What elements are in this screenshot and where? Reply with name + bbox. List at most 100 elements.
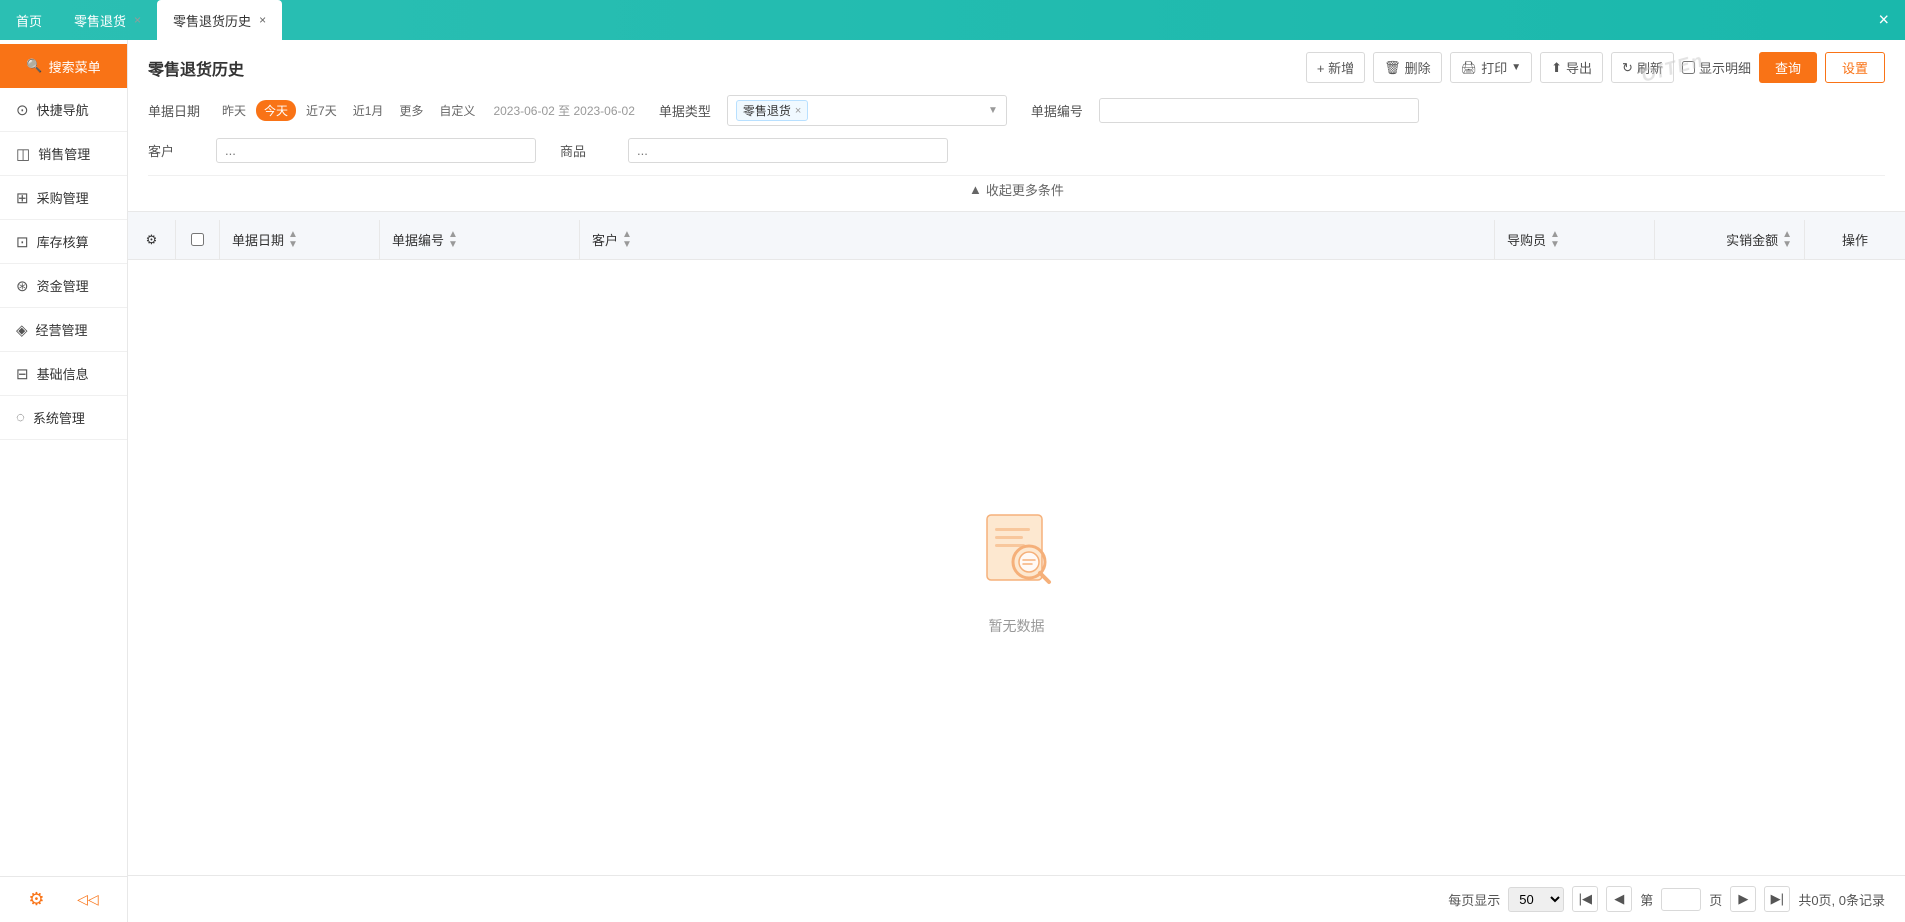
pagination-bar: 每页显示 50 10 20 100 |◀ ◀ 第 1 页 ▶ ▶| 共0页, 0… bbox=[128, 875, 1905, 922]
purchase-mgmt-icon: ⊞ bbox=[16, 189, 29, 207]
sidebar-item-purchase-mgmt-label: 采购管理 bbox=[37, 188, 89, 207]
collapse-sidebar-icon[interactable]: ◁◁ bbox=[77, 891, 99, 908]
last-page-btn[interactable]: ▶| bbox=[1764, 886, 1790, 912]
top-bar: 首页 零售退货 × 零售退货历史 × × bbox=[0, 0, 1905, 40]
th-ops-label: 操作 bbox=[1842, 230, 1868, 249]
export-button[interactable]: ⬆ 导出 bbox=[1540, 52, 1603, 83]
filter-group-doc-type: 单据类型 零售退货 × ▼ bbox=[659, 95, 1007, 126]
date-opt-custom[interactable]: 自定义 bbox=[433, 100, 481, 121]
export-icon: ⬆ bbox=[1551, 60, 1562, 76]
sidebar-item-sales-mgmt[interactable]: ◫ 销售管理 bbox=[0, 132, 127, 176]
th-settings[interactable]: ⚙ bbox=[128, 220, 176, 259]
sidebar-item-basic-info-label: 基础信息 bbox=[37, 364, 89, 383]
tab-home-label: 首页 bbox=[16, 11, 42, 30]
page-di-label: 第 bbox=[1640, 890, 1653, 909]
new-button[interactable]: + 新增 bbox=[1306, 52, 1365, 83]
th-amount[interactable]: 实销金额 ▲▼ bbox=[1655, 220, 1805, 259]
tab-retail-return-history-label: 零售退货历史 bbox=[173, 11, 251, 30]
tab-retail-return[interactable]: 零售退货 × bbox=[58, 0, 157, 40]
sidebar-item-inventory-label: 库存核算 bbox=[37, 232, 89, 251]
search-icon: 🔍 bbox=[26, 58, 42, 74]
operations-icon: ◈ bbox=[16, 321, 28, 339]
delete-icon: 🗑 bbox=[1384, 60, 1401, 76]
goods-filter-label: 商品 bbox=[560, 141, 620, 160]
th-guide-sort-icon: ▲▼ bbox=[1550, 230, 1560, 250]
sidebar-item-sys-mgmt-label: 系统管理 bbox=[33, 408, 85, 427]
th-doc-num-sort-icon: ▲▼ bbox=[448, 230, 458, 250]
sidebar-item-sys-mgmt[interactable]: ◌ 系统管理 bbox=[0, 396, 127, 440]
tab-retail-return-history-close[interactable]: × bbox=[259, 13, 266, 27]
window-close-icon[interactable]: × bbox=[1878, 10, 1889, 31]
tab-retail-return-close[interactable]: × bbox=[134, 13, 141, 27]
sys-mgmt-icon: ◌ bbox=[16, 409, 25, 426]
toolbar: + 新增 🗑 删除 🖨 打印 ▼ ⬆ 导出 ↻ bbox=[1306, 52, 1885, 83]
doc-type-tag: 零售退货 × bbox=[736, 100, 808, 121]
page-number-input[interactable]: 1 bbox=[1661, 888, 1701, 911]
th-guide-label: 导购员 bbox=[1507, 230, 1546, 249]
print-chevron-icon: ▼ bbox=[1511, 62, 1521, 73]
empty-state: 暂无数据 bbox=[128, 260, 1905, 875]
page-title: 零售退货历史 bbox=[148, 56, 244, 80]
settings-button[interactable]: 设置 bbox=[1825, 52, 1885, 83]
date-filter-label: 单据日期 bbox=[148, 101, 208, 120]
collapse-more-btn[interactable]: ▲ 收起更多条件 bbox=[148, 175, 1885, 203]
query-button[interactable]: 查询 bbox=[1759, 52, 1817, 83]
doc-num-input[interactable] bbox=[1099, 98, 1419, 123]
goods-input[interactable] bbox=[628, 138, 948, 163]
empty-icon bbox=[967, 500, 1067, 600]
page-title-row: 零售退货历史 + 新增 🗑 删除 🖨 打印 ▼ ⬆ 导出 bbox=[148, 52, 1885, 83]
date-opt-yesterday[interactable]: 昨天 bbox=[216, 100, 252, 121]
tab-retail-return-history[interactable]: 零售退货历史 × bbox=[157, 0, 282, 40]
show-detail-checkbox[interactable] bbox=[1682, 61, 1695, 74]
th-checkbox[interactable] bbox=[176, 220, 220, 259]
sidebar-item-purchase-mgmt[interactable]: ⊞ 采购管理 bbox=[0, 176, 127, 220]
collapse-up-icon: ▲ bbox=[969, 182, 982, 197]
sidebar-bottom: ⚙ ◁◁ bbox=[0, 876, 127, 922]
sidebar-item-finance[interactable]: ⊛ 资金管理 bbox=[0, 264, 127, 308]
date-opt-more[interactable]: 更多 bbox=[393, 100, 429, 121]
filter-group-goods: 商品 bbox=[560, 138, 948, 163]
th-amount-label: 实销金额 bbox=[1726, 230, 1778, 249]
sidebar-search[interactable]: 🔍 搜索菜单 bbox=[0, 44, 127, 88]
first-page-btn[interactable]: |◀ bbox=[1572, 886, 1598, 912]
date-opt-1month[interactable]: 近1月 bbox=[347, 100, 390, 121]
table-header: ⚙ 单据日期 ▲▼ 单据编号 ▲▼ 客户 ▲▼ 导购员 bbox=[128, 220, 1905, 260]
filter-group-date: 单据日期 昨天 今天 近7天 近1月 更多 自定义 2023-06-02 至 2… bbox=[148, 100, 635, 121]
settings-bottom-icon[interactable]: ⚙ bbox=[28, 889, 44, 910]
sidebar-search-label: 搜索菜单 bbox=[49, 57, 101, 76]
next-page-btn[interactable]: ▶ bbox=[1730, 886, 1756, 912]
tab-home[interactable]: 首页 bbox=[0, 0, 58, 40]
date-opt-today[interactable]: 今天 bbox=[256, 100, 296, 121]
sidebar-item-sales-mgmt-label: 销售管理 bbox=[38, 144, 90, 163]
filter-date-options: 昨天 今天 近7天 近1月 更多 自定义 bbox=[216, 100, 481, 121]
doc-type-select[interactable]: 零售退货 × ▼ bbox=[727, 95, 1007, 126]
th-date[interactable]: 单据日期 ▲▼ bbox=[220, 220, 380, 259]
th-customer[interactable]: 客户 ▲▼ bbox=[580, 220, 1495, 259]
show-detail-label[interactable]: 显示明细 bbox=[1682, 58, 1751, 77]
delete-button[interactable]: 🗑 删除 bbox=[1373, 52, 1442, 83]
sidebar-item-quick-nav[interactable]: ⊙ 快捷导航 bbox=[0, 88, 127, 132]
table-area: ⚙ 单据日期 ▲▼ 单据编号 ▲▼ 客户 ▲▼ 导购员 bbox=[128, 220, 1905, 875]
prev-page-btn[interactable]: ◀ bbox=[1606, 886, 1632, 912]
print-button[interactable]: 🖨 打印 ▼ bbox=[1450, 52, 1532, 83]
sidebar-item-quick-nav-label: 快捷导航 bbox=[37, 100, 89, 119]
th-guide[interactable]: 导购员 ▲▼ bbox=[1495, 220, 1655, 259]
doc-type-tag-close[interactable]: × bbox=[795, 105, 801, 117]
date-opt-7days[interactable]: 近7天 bbox=[300, 100, 343, 121]
select-all-checkbox[interactable] bbox=[191, 233, 204, 246]
filter-group-customer: 客户 bbox=[148, 138, 536, 163]
per-page-select[interactable]: 50 10 20 100 bbox=[1508, 887, 1564, 912]
refresh-button[interactable]: ↻ 刷新 bbox=[1611, 52, 1674, 83]
customer-input[interactable] bbox=[216, 138, 536, 163]
th-doc-num[interactable]: 单据编号 ▲▼ bbox=[380, 220, 580, 259]
sales-mgmt-icon: ◫ bbox=[16, 145, 30, 163]
sidebar-item-operations[interactable]: ◈ 经营管理 bbox=[0, 308, 127, 352]
filter-group-doc-num: 单据编号 bbox=[1031, 98, 1419, 123]
filter-row-2: 客户 商品 bbox=[148, 138, 1885, 167]
empty-text: 暂无数据 bbox=[989, 616, 1045, 636]
sidebar-item-inventory[interactable]: ⊡ 库存核算 bbox=[0, 220, 127, 264]
refresh-icon: ↻ bbox=[1622, 60, 1633, 76]
sidebar-item-basic-info[interactable]: ⊟ 基础信息 bbox=[0, 352, 127, 396]
customer-filter-label: 客户 bbox=[148, 141, 208, 160]
doc-type-tag-label: 零售退货 bbox=[743, 102, 791, 119]
